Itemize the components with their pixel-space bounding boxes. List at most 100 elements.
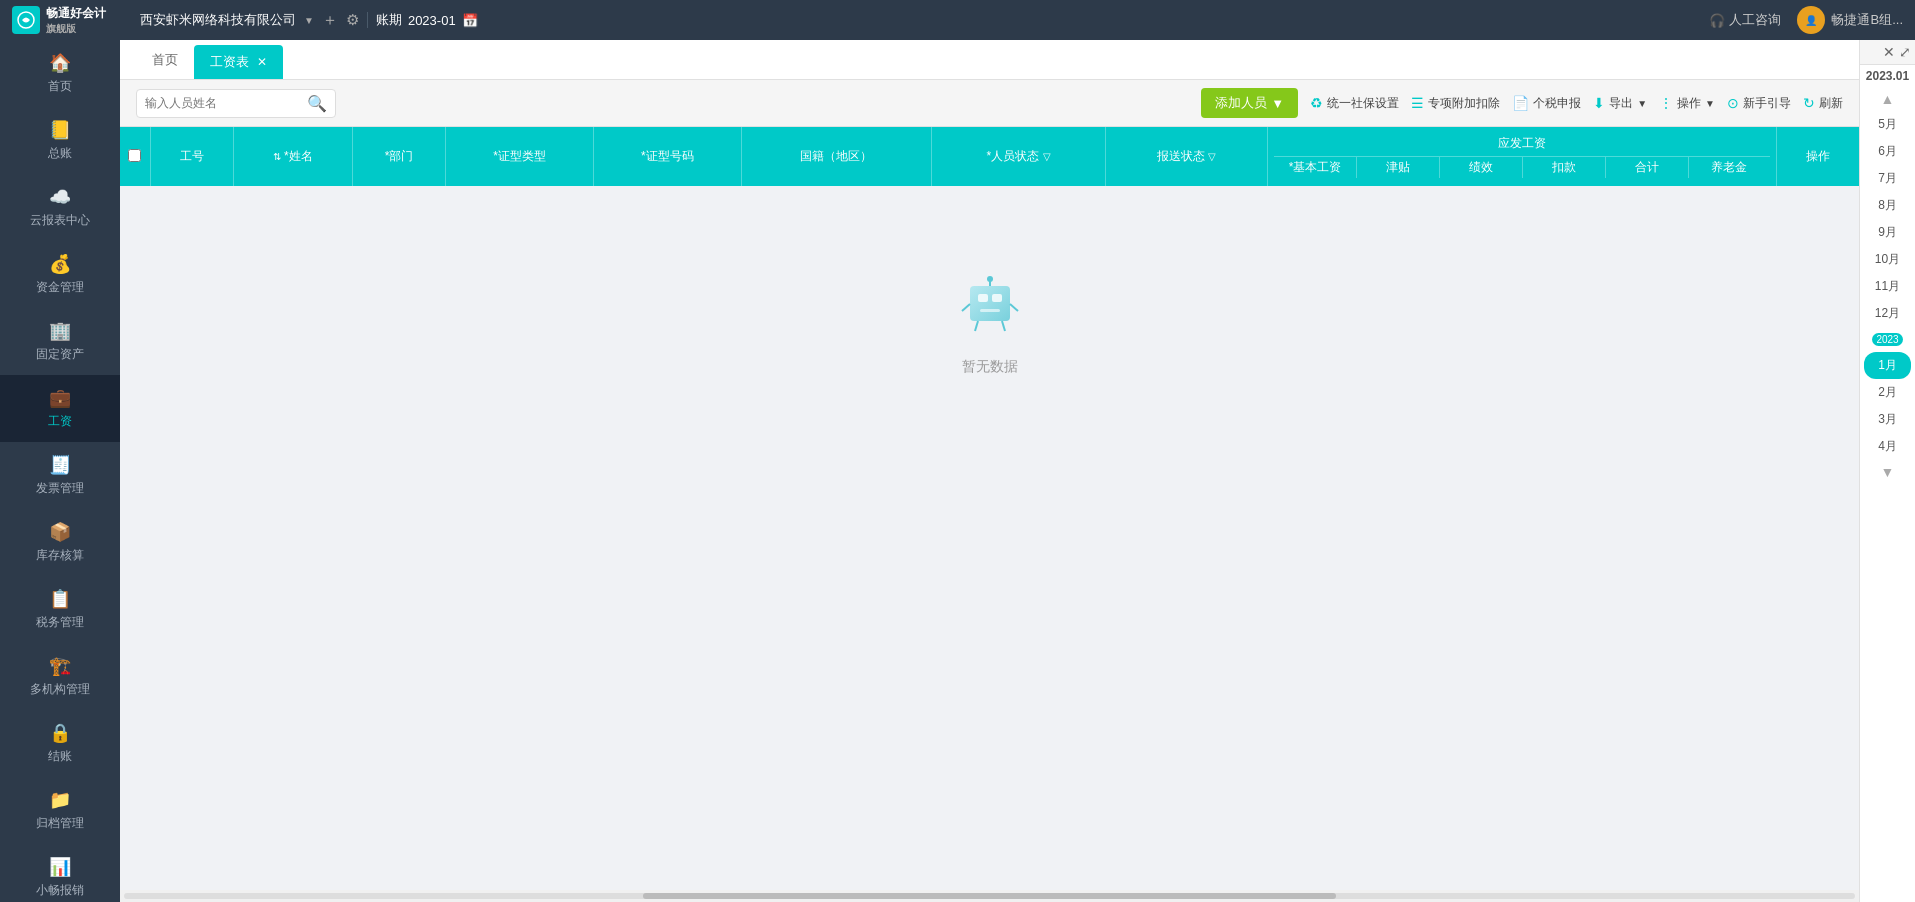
top-bar-right: 🎧 人工咨询 👤 畅捷通B组... (1709, 6, 1903, 34)
sidebar-item-archive[interactable]: 📁 归档管理 (0, 777, 120, 844)
search-input[interactable] (145, 96, 303, 110)
company-selector[interactable]: 西安虾米网络科技有限公司 ▼ (140, 11, 314, 29)
sidebar: 🏠 首页 📒 总账 ☁️ 云报表中心 💰 资金管理 🏢 固定资产 💼 工资 🧾 … (0, 40, 120, 902)
sidebar-item-cloud-report[interactable]: ☁️ 云报表中心 (0, 174, 120, 241)
add-company-icon[interactable]: ＋ (322, 10, 338, 31)
month-2[interactable]: 2月 (1860, 379, 1915, 406)
guide-button[interactable]: ⊙ 新手引导 (1727, 95, 1791, 112)
month-3[interactable]: 3月 (1860, 406, 1915, 433)
sidebar-item-salary[interactable]: 💼 工资 (0, 375, 120, 442)
month-10[interactable]: 10月 (1860, 246, 1915, 273)
month-11[interactable]: 11月 (1860, 273, 1915, 300)
th-cert-no: *证型号码 (593, 127, 741, 186)
add-person-button[interactable]: 添加人员 ▼ (1201, 88, 1298, 118)
sidebar-label-cloud: 云报表中心 (30, 212, 90, 229)
calendar-icon[interactable]: 📅 (462, 13, 478, 28)
company-dropdown-icon[interactable]: ▼ (304, 15, 314, 26)
th-report-status: 报送状态 ▽ (1105, 127, 1268, 186)
month-5[interactable]: 5月 (1860, 111, 1915, 138)
period-selector[interactable]: 账期 2023-01 📅 (376, 11, 478, 29)
panel-close-icon[interactable]: ✕ (1883, 44, 1895, 60)
svg-line-7 (962, 304, 970, 311)
th-country: 国籍（地区） (741, 127, 932, 186)
th-performance: 绩效 (1440, 157, 1523, 178)
logo-icon (12, 6, 40, 34)
export-button[interactable]: ⬇ 导出 ▼ (1593, 95, 1647, 112)
month-1[interactable]: 1月 (1864, 352, 1911, 379)
filter-icon-status[interactable]: ▽ (1043, 151, 1051, 162)
sidebar-item-multi-org[interactable]: 🏗️ 多机构管理 (0, 643, 120, 710)
main-layout: 🏠 首页 📒 总账 ☁️ 云报表中心 💰 资金管理 🏢 固定资产 💼 工资 🧾 … (0, 40, 1915, 902)
month-9[interactable]: 9月 (1860, 219, 1915, 246)
tax-icon: 📋 (49, 588, 71, 610)
sidebar-label-ledger: 总账 (48, 145, 72, 162)
sidebar-item-ledger[interactable]: 📒 总账 (0, 107, 120, 174)
archive-icon: 📁 (49, 789, 71, 811)
settings-icon[interactable]: ⚙ (346, 11, 359, 29)
refresh-button[interactable]: ↻ 刷新 (1803, 95, 1843, 112)
month-8[interactable]: 8月 (1860, 192, 1915, 219)
month-4[interactable]: 4月 (1860, 433, 1915, 460)
sidebar-item-fixed-assets[interactable]: 🏢 固定资产 (0, 308, 120, 375)
operations-icon: ⋮ (1659, 95, 1673, 111)
divider (367, 12, 368, 28)
tax-return-icon: 📄 (1512, 95, 1529, 111)
company-name: 西安虾米网络科技有限公司 (140, 11, 296, 29)
sidebar-label-invoice: 发票管理 (36, 480, 84, 497)
tax-return-button[interactable]: 📄 个税申报 (1512, 95, 1581, 112)
sidebar-label-archive: 归档管理 (36, 815, 84, 832)
fixed-assets-icon: 🏢 (49, 320, 71, 342)
sidebar-label-tax: 税务管理 (36, 614, 84, 631)
special-deduction-button[interactable]: ☰ 专项附加扣除 (1411, 95, 1500, 112)
sort-icon-name[interactable]: ⇅ (273, 151, 281, 162)
month-6[interactable]: 6月 (1860, 138, 1915, 165)
empty-text: 暂无数据 (962, 358, 1018, 376)
search-icon: 🔍 (307, 94, 327, 113)
sidebar-item-inventory[interactable]: 📦 库存核算 (0, 509, 120, 576)
panel-expand-icon[interactable]: ⤢ (1899, 44, 1911, 60)
th-id: 工号 (150, 127, 233, 186)
sidebar-item-tax[interactable]: 📋 税务管理 (0, 576, 120, 643)
tab-home[interactable]: 首页 (136, 43, 194, 79)
operations-label: 操作 (1677, 95, 1701, 112)
operations-button[interactable]: ⋮ 操作 ▼ (1659, 95, 1715, 112)
top-bar: 畅通好会计 旗舰版 西安虾米网络科技有限公司 ▼ ＋ ⚙ 账期 2023-01 … (0, 0, 1915, 40)
th-checkbox[interactable] (120, 127, 150, 186)
sidebar-label-salary: 工资 (48, 413, 72, 430)
nav-down-arrow[interactable]: ▼ (1860, 460, 1915, 484)
sidebar-item-home[interactable]: 🏠 首页 (0, 40, 120, 107)
nav-up-arrow[interactable]: ▲ (1860, 87, 1915, 111)
toolbar: 🔍 添加人员 ▼ ♻ 统一社保设置 ☰ 专项附加扣除 📄 个税申报 (120, 80, 1859, 127)
month-12[interactable]: 12月 (1860, 300, 1915, 327)
filter-icon-report[interactable]: ▽ (1208, 151, 1216, 162)
social-security-label: 统一社保设置 (1327, 95, 1399, 112)
tab-salary-table[interactable]: 工资表 ✕ (194, 45, 283, 79)
table-wrap: 工号 ⇅ *姓名 *部门 *证型类型 *证型号码 国籍（地区） *人员状态 ▽ … (120, 127, 1859, 890)
social-security-button[interactable]: ♻ 统一社保设置 (1310, 95, 1399, 112)
sidebar-label-inventory: 库存核算 (36, 547, 84, 564)
svg-line-8 (1010, 304, 1018, 311)
tab-close-icon[interactable]: ✕ (257, 55, 267, 69)
multi-org-icon: 🏗️ (49, 655, 71, 677)
expense-icon: 📊 (49, 856, 71, 878)
human-service-label: 人工咨询 (1729, 11, 1781, 29)
sidebar-item-close[interactable]: 🔒 结账 (0, 710, 120, 777)
user-menu[interactable]: 👤 畅捷通B组... (1797, 6, 1903, 34)
sidebar-label-close: 结账 (48, 748, 72, 765)
sidebar-item-invoice[interactable]: 🧾 发票管理 (0, 442, 120, 509)
period-label: 账期 (376, 11, 402, 29)
human-service-button[interactable]: 🎧 人工咨询 (1709, 11, 1781, 29)
inventory-icon: 📦 (49, 521, 71, 543)
sidebar-item-finance[interactable]: 💰 资金管理 (0, 241, 120, 308)
select-all-checkbox[interactable] (128, 149, 141, 162)
app-logo: 畅通好会计 旗舰版 (12, 5, 132, 36)
dropdown-arrow-icon: ▼ (1271, 96, 1284, 111)
scrollbar-thumb[interactable] (643, 893, 1335, 899)
panel-header: ✕ ⤢ (1860, 40, 1915, 65)
th-total: 合计 (1606, 157, 1689, 178)
tab-salary-label: 工资表 (210, 53, 249, 71)
sidebar-item-expense[interactable]: 📊 小畅报销 (0, 844, 120, 902)
horizontal-scrollbar[interactable] (120, 890, 1859, 902)
toolbar-right: 添加人员 ▼ ♻ 统一社保设置 ☰ 专项附加扣除 📄 个税申报 ⬇ (1201, 88, 1843, 118)
month-7[interactable]: 7月 (1860, 165, 1915, 192)
